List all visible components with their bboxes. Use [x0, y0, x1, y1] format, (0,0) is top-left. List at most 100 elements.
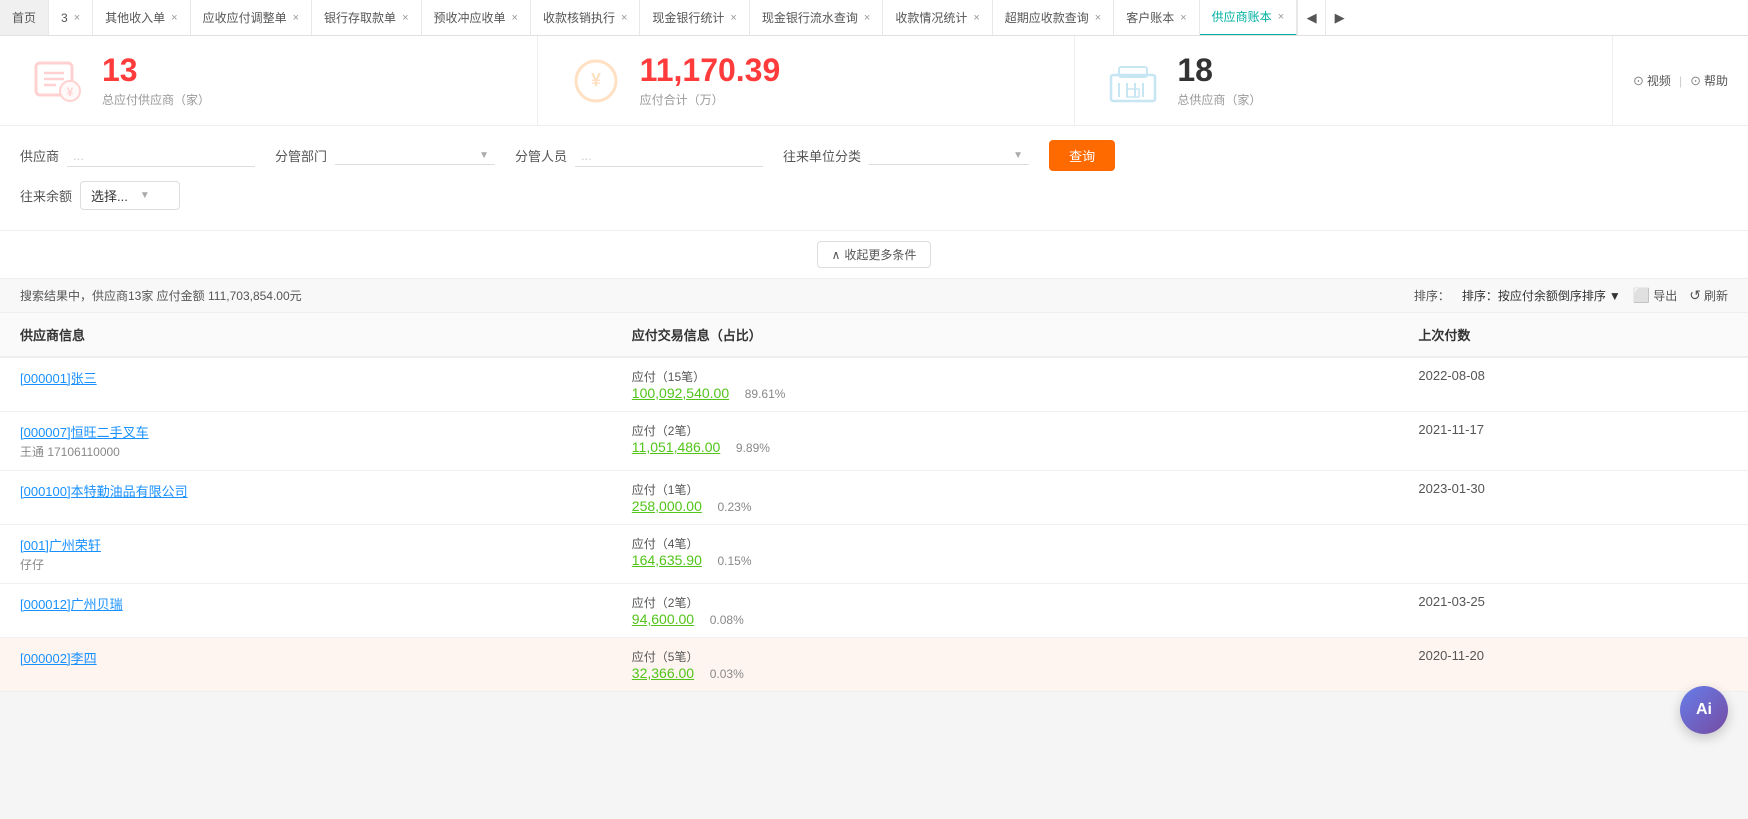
sort-arrow-icon: ▼ — [1609, 289, 1621, 303]
collapse-button[interactable]: ∧ 收起更多条件 — [817, 241, 932, 268]
nav-tab-overdue-query[interactable]: 超期应收款查询 × — [993, 0, 1114, 36]
supplier-link[interactable]: [000007]恒旺二手叉车 — [20, 425, 149, 440]
payable-info-cell: 应付（2笔） 94,600.00 0.08% — [612, 584, 1399, 638]
payable-suppliers-label: 总应付供应商（家） — [102, 91, 210, 108]
dept-dropdown-icon: ▼ — [479, 150, 489, 161]
supplier-info-cell: [001]广州荣轩仔仔 — [0, 525, 612, 584]
refresh-button[interactable]: ↺ 刷新 — [1689, 287, 1728, 304]
close-icon[interactable]: × — [973, 12, 979, 24]
close-icon[interactable]: × — [512, 12, 518, 24]
top-right-links: ⊙ 视频 | ⊙ 帮助 — [1613, 36, 1748, 125]
payable-label: 应付（1笔） — [632, 481, 1379, 498]
ai-assistant-button[interactable]: Ai — [1680, 686, 1728, 734]
category-filter-item: 往来单位分类 ▼ — [783, 146, 1029, 165]
nav-tab-3-label: 3 — [61, 11, 68, 25]
close-icon[interactable]: × — [293, 12, 299, 24]
query-button[interactable]: 查询 — [1049, 140, 1115, 171]
last-pay-cell: 2020-11-20 — [1398, 638, 1748, 692]
payable-info-cell: 应付（15笔） 100,092,540.00 89.61% — [612, 357, 1399, 412]
last-pay-cell: 2023-01-30 — [1398, 471, 1748, 525]
last-pay-date: 2020-11-20 — [1418, 648, 1484, 663]
nav-arrow-right[interactable]: ▶ — [1325, 0, 1353, 36]
supplier-link[interactable]: [000002]李四 — [20, 651, 97, 666]
payable-pct: 0.03% — [710, 667, 744, 681]
sort-button[interactable]: 排序：按应付余额倒序排序 ▼ — [1462, 287, 1621, 304]
nav-tab-customer-ledger[interactable]: 客户账本 × — [1114, 0, 1199, 36]
table-row: [000007]恒旺二手叉车王通 17106110000应付（2笔） 11,05… — [0, 412, 1748, 471]
supplier-sub-info: 仔仔 — [20, 556, 592, 573]
payable-amount[interactable]: 11,051,486.00 — [632, 439, 721, 455]
nav-tab-other-income[interactable]: 其他收入单 × — [93, 0, 190, 36]
dept-select[interactable]: ▼ — [335, 147, 495, 165]
nav-tab-collection-exec[interactable]: 收款核销执行 × — [531, 0, 640, 36]
payable-amount[interactable]: 100,092,540.00 — [632, 385, 729, 401]
nav-tab-advance-offset[interactable]: 预收冲应收单 × — [422, 0, 531, 36]
close-icon[interactable]: × — [1095, 12, 1101, 24]
nav-tab-advance-offset-label: 预收冲应收单 — [434, 9, 506, 26]
supplier-link[interactable]: [000012]广州贝瑞 — [20, 597, 123, 612]
filter-row-2: 往来余额 选择... ▼ — [20, 181, 1728, 210]
payable-total-label: 应付合计（万） — [640, 91, 781, 108]
result-bar: 搜索结果中，供应商13家 应付金额 111,703,854.00元 排序： 排序… — [0, 279, 1748, 313]
nav-tab-collection-exec-label: 收款核销执行 — [543, 9, 615, 26]
supplier-link[interactable]: [000001]张三 — [20, 371, 97, 386]
supplier-info-cell: [000100]本特勤油品有限公司 — [0, 471, 612, 525]
payable-label: 应付（2笔） — [632, 422, 1379, 439]
nav-tab-bank-deposit[interactable]: 银行存取款单 × — [312, 0, 421, 36]
dept-filter-item: 分管部门 ▼ — [275, 146, 495, 165]
supplier-filter-item: 供应商 — [20, 145, 255, 167]
close-icon[interactable]: × — [730, 12, 736, 24]
collapse-row: ∧ 收起更多条件 — [0, 231, 1748, 279]
supplier-link[interactable]: [000100]本特勤油品有限公司 — [20, 484, 188, 499]
nav-arrow-left[interactable]: ◀ — [1297, 0, 1325, 36]
balance-select[interactable]: 选择... ▼ — [80, 181, 180, 210]
supplier-info-cell: [000007]恒旺二手叉车王通 17106110000 — [0, 412, 612, 471]
result-summary: 搜索结果中，供应商13家 应付金额 111,703,854.00元 — [20, 287, 302, 304]
supplier-input[interactable] — [67, 145, 255, 167]
result-summary-text: 搜索结果中，供应商13家 应付金额 111,703,854.00元 — [20, 287, 302, 304]
balance-select-placeholder: 选择... — [91, 186, 128, 205]
close-icon[interactable]: × — [864, 12, 870, 24]
payable-amount[interactable]: 258,000.00 — [632, 498, 702, 514]
payable-amount[interactable]: 164,635.90 — [632, 552, 702, 568]
payable-info-cell: 应付（2笔） 11,051,486.00 9.89% — [612, 412, 1399, 471]
table-row: [000100]本特勤油品有限公司应付（1笔） 258,000.00 0.23%… — [0, 471, 1748, 525]
nav-tab-supplier-ledger[interactable]: 供应商账本 × — [1200, 0, 1297, 36]
close-icon[interactable]: × — [402, 12, 408, 24]
close-icon[interactable]: × — [171, 12, 177, 24]
nav-tab-ar-ap-adjust[interactable]: 应收应付调整单 × — [191, 0, 312, 36]
close-icon[interactable]: × — [1278, 11, 1284, 23]
close-icon[interactable]: × — [74, 12, 80, 24]
category-select[interactable]: ▼ — [869, 147, 1029, 165]
export-icon: ⬜ — [1633, 287, 1650, 304]
close-icon[interactable]: × — [621, 12, 627, 24]
payable-info-cell: 应付（4笔） 164,635.90 0.15% — [612, 525, 1399, 584]
payable-pct: 0.15% — [718, 554, 752, 568]
nav-tab-cash-flow-query[interactable]: 现金银行流水查询 × — [750, 0, 883, 36]
help-link[interactable]: ⊙ 帮助 — [1690, 72, 1728, 89]
payable-amount[interactable]: 94,600.00 — [632, 611, 694, 627]
nav-tab-home[interactable]: 首页 — [0, 0, 49, 36]
sort-label: 排序： — [1414, 287, 1450, 304]
help-icon: ⊙ — [1690, 73, 1701, 89]
export-button[interactable]: ⬜ 导出 — [1633, 287, 1677, 304]
filter-area: 供应商 分管部门 ▼ 分管人员 往来单位分类 ▼ 查询 往来余额 选择 — [0, 126, 1748, 231]
payable-amount[interactable]: 32,366.00 — [632, 665, 694, 681]
result-actions: 排序： 排序：按应付余额倒序排序 ▼ ⬜ 导出 ↺ 刷新 — [1414, 287, 1728, 304]
nav-tab-collection-stat[interactable]: 收款情况统计 × — [883, 0, 992, 36]
col-header-last-pay: 上次付数 — [1398, 313, 1748, 357]
payable-label: 应付（5笔） — [632, 648, 1379, 665]
last-pay-cell: 2021-03-25 — [1398, 584, 1748, 638]
close-icon[interactable]: × — [1180, 12, 1186, 24]
nav-tab-cash-flow-query-label: 现金银行流水查询 — [762, 9, 858, 26]
video-link[interactable]: ⊙ 视频 — [1633, 72, 1671, 89]
sort-button-text: 排序：按应付余额倒序排序 — [1462, 287, 1606, 304]
nav-tab-cash-bank-stat[interactable]: 现金银行统计 × — [640, 0, 749, 36]
person-filter-label: 分管人员 — [515, 146, 567, 165]
table-row: [000012]广州贝瑞 应付（2笔） 94,600.00 0.08% 2021-… — [0, 584, 1748, 638]
category-dropdown-icon: ▼ — [1013, 150, 1023, 161]
supplier-link[interactable]: [001]广州荣轩 — [20, 538, 101, 553]
person-input[interactable] — [575, 145, 763, 167]
nav-tab-3[interactable]: 3 × — [49, 0, 93, 36]
balance-filter-item: 往来余额 选择... ▼ — [20, 181, 180, 210]
